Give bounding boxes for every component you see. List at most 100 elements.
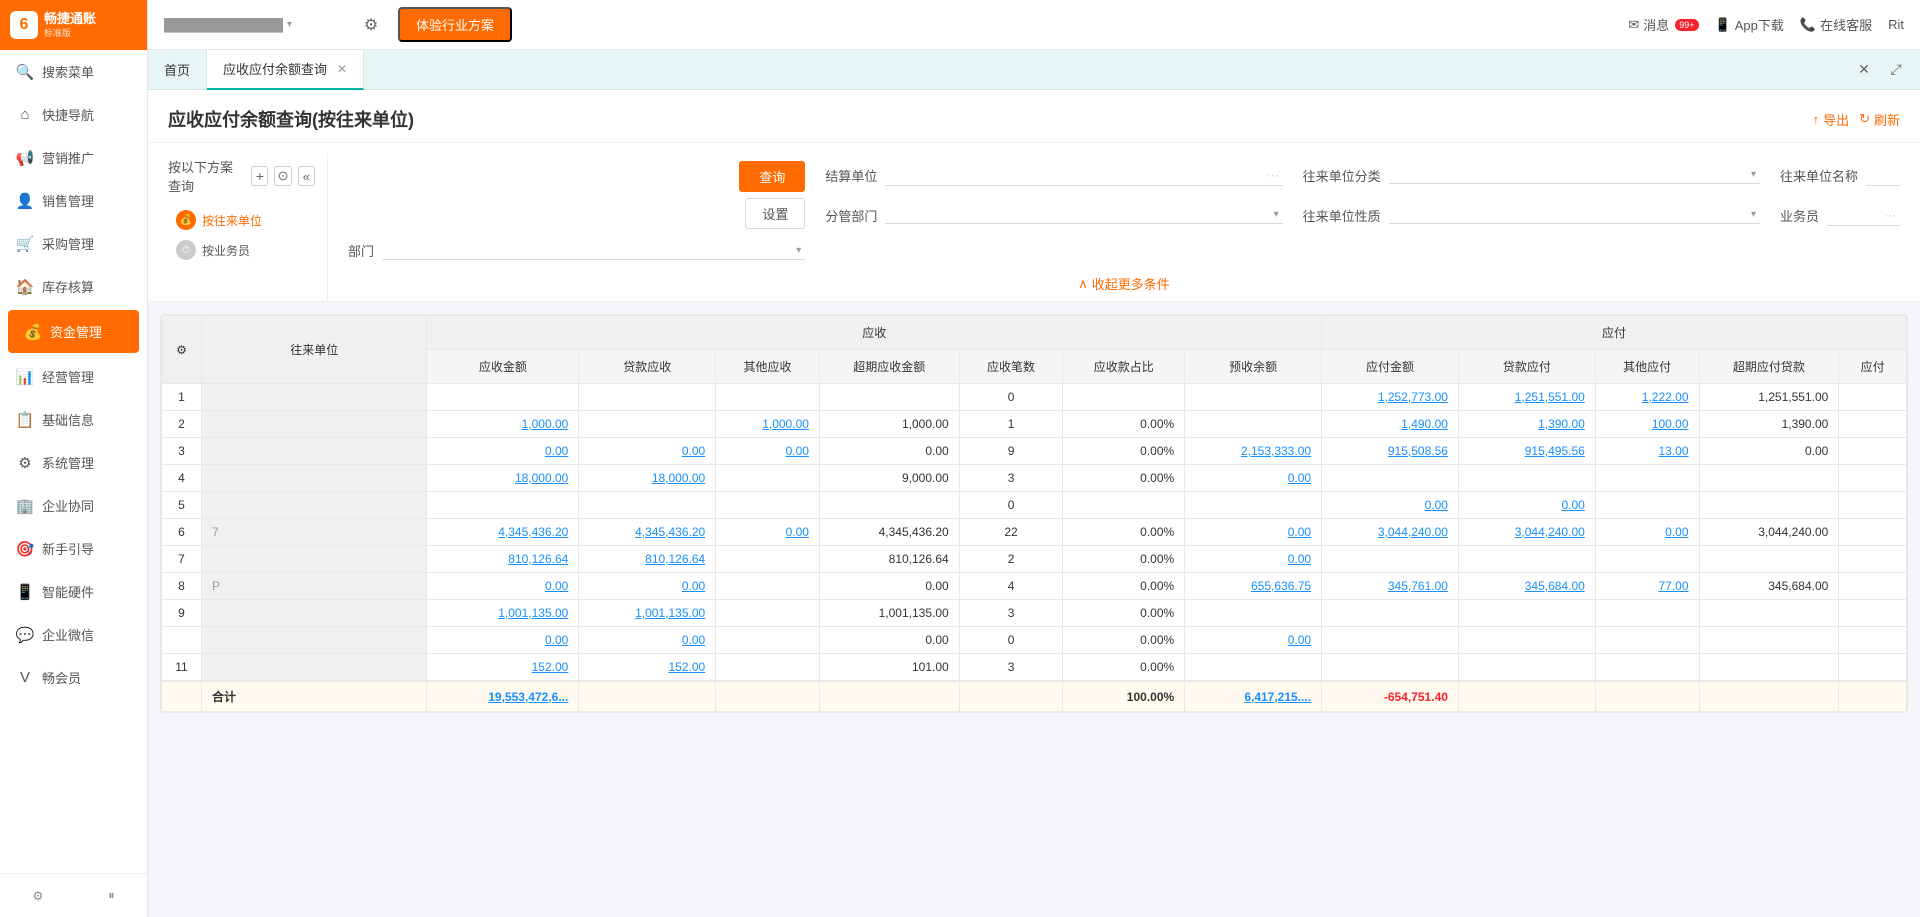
brand-arrow-icon: ▾ xyxy=(287,19,292,30)
sidebar-item-marketing[interactable]: 📢营销推广 xyxy=(0,136,147,179)
table-cell[interactable]: 345,761.00 xyxy=(1322,573,1459,600)
table-cell[interactable]: 0.00 xyxy=(1185,627,1322,654)
user-account[interactable]: Rit xyxy=(1888,17,1904,32)
export-button[interactable]: ↑ 导出 xyxy=(1813,110,1850,129)
table-cell[interactable]: 0.00 xyxy=(579,438,716,465)
sidebar-label-purchase: 采购管理 xyxy=(42,234,94,253)
online-support-button[interactable]: 📞 在线客服 xyxy=(1800,15,1872,34)
messages-button[interactable]: ✉ 消息 99+ xyxy=(1628,15,1698,34)
edit-scheme-button[interactable]: ⊙ xyxy=(274,166,291,186)
sidebar-item-basic-info[interactable]: 📋基础信息 xyxy=(0,398,147,441)
table-cell[interactable]: 0.00 xyxy=(427,573,579,600)
table-cell[interactable]: 810,126.64 xyxy=(579,546,716,573)
table-cell[interactable]: 0.00 xyxy=(427,438,579,465)
app-download-button[interactable]: 📱 App下载 xyxy=(1715,15,1784,34)
table-cell: 4 xyxy=(959,573,1063,600)
table-cell[interactable]: 0.00 xyxy=(1458,492,1595,519)
promo-button[interactable]: 体验行业方案 xyxy=(398,7,512,42)
table-cell[interactable]: 1,001,135.00 xyxy=(427,600,579,627)
table-cell xyxy=(1458,465,1595,492)
table-cell[interactable]: 4,345,436.20 xyxy=(579,519,716,546)
table-cell[interactable]: 1,390.00 xyxy=(1458,411,1595,438)
sidebar-item-operations[interactable]: 📊经营管理 xyxy=(0,355,147,398)
refresh-button[interactable]: ↻ 刷新 xyxy=(1859,110,1900,129)
table-cell[interactable]: 0.00 xyxy=(716,438,820,465)
table-cell[interactable]: 0.00 xyxy=(1185,546,1322,573)
sidebar-item-hardware[interactable]: 📱智能硬件 xyxy=(0,570,147,613)
settings-gear-icon[interactable]: ⚙ xyxy=(356,10,386,40)
collapse-button[interactable]: ∧ 收起更多条件 xyxy=(1078,274,1170,293)
sidebar-item-finance[interactable]: 💰资金管理 xyxy=(8,310,139,353)
tab-receivables[interactable]: 应收应付余额查询 ✕ xyxy=(207,50,364,90)
salesman-input[interactable]: ··· xyxy=(1827,205,1900,226)
sidebar-item-wechat[interactable]: 💬企业微信 xyxy=(0,613,147,656)
table-cell[interactable]: 1,252,773.00 xyxy=(1322,384,1459,411)
sidebar-item-member[interactable]: V畅会员 xyxy=(0,656,147,699)
settings-button[interactable]: 设置 xyxy=(745,198,805,229)
table-cell[interactable]: 0.00 xyxy=(427,627,579,654)
table-cell[interactable]: 1,251,551.00 xyxy=(1458,384,1595,411)
sidebar-item-search-menu[interactable]: 🔍搜索菜单 xyxy=(0,50,147,93)
sidebar-item-quick-nav[interactable]: ⌂快捷导航 xyxy=(0,93,147,136)
table-cell[interactable]: 4,345,436.20 xyxy=(427,519,579,546)
table-cell xyxy=(1322,546,1459,573)
sidebar-item-inventory[interactable]: 🏠库存核算 xyxy=(0,265,147,308)
table-cell[interactable]: 3,044,240.00 xyxy=(1322,519,1459,546)
add-scheme-button[interactable]: + xyxy=(251,166,268,186)
table-wrapper[interactable]: ⚙ 往来单位 应收 应付 应收金额 贷款应收 其他应收 超期应收金额 应收笔数 xyxy=(161,315,1907,712)
footer-ar-amount[interactable]: 19,553,472,6... xyxy=(427,681,579,712)
query-type-by-partner[interactable]: 💰 按往来单位 xyxy=(168,205,315,235)
table-cell[interactable]: 345,684.00 xyxy=(1458,573,1595,600)
table-cell[interactable]: 0.00 xyxy=(1595,519,1699,546)
partner-name-input[interactable] xyxy=(1870,167,1896,182)
table-cell[interactable]: 915,508.56 xyxy=(1322,438,1459,465)
table-cell[interactable]: 810,126.64 xyxy=(427,546,579,573)
table-cell[interactable]: 1,490.00 xyxy=(1322,411,1459,438)
table-cell[interactable]: 0.00 xyxy=(1185,465,1322,492)
table-cell[interactable]: 0.00 xyxy=(1185,519,1322,546)
partner-nature-input[interactable]: ▾ xyxy=(1389,206,1760,224)
table-cell[interactable]: 1,000.00 xyxy=(716,411,820,438)
table-cell[interactable]: 100.00 xyxy=(1595,411,1699,438)
dept-manager-label: 分管部门 xyxy=(825,206,877,225)
partner-nature-field: 往来单位性质 ▾ xyxy=(1303,202,1760,230)
sidebar-item-guide[interactable]: 🎯新手引导 xyxy=(0,527,147,570)
query-button[interactable]: 查询 xyxy=(739,161,805,192)
table-cell[interactable]: 0.00 xyxy=(716,519,820,546)
sidebar-item-purchase[interactable]: 🛒采购管理 xyxy=(0,222,147,265)
table-cell[interactable]: 915,495.56 xyxy=(1458,438,1595,465)
department-input[interactable]: ▾ xyxy=(382,242,805,260)
footer-prepaid[interactable]: 6,417,215.... xyxy=(1185,681,1322,712)
sidebar-item-enterprise[interactable]: 🏢企业协同 xyxy=(0,484,147,527)
table-cell[interactable]: 655,636.75 xyxy=(1185,573,1322,600)
query-type-by-salesman[interactable]: ⏱ 按业务员 xyxy=(168,235,315,265)
footer-ap-overdue xyxy=(1699,681,1839,712)
sidebar-collapse-btn[interactable]: ⏸ xyxy=(98,882,124,909)
message-icon: ✉ xyxy=(1628,17,1639,33)
table-cell[interactable]: 77.00 xyxy=(1595,573,1699,600)
sidebar-item-system[interactable]: ⚙系统管理 xyxy=(0,441,147,484)
table-cell[interactable]: 0.00 xyxy=(1322,492,1459,519)
table-cell[interactable]: 0.00 xyxy=(579,573,716,600)
collapse-scheme-button[interactable]: « xyxy=(298,166,315,186)
table-cell[interactable]: 2,153,333.00 xyxy=(1185,438,1322,465)
sidebar-item-sales[interactable]: 👤销售管理 xyxy=(0,179,147,222)
tab-close-icon[interactable]: ✕ xyxy=(337,62,347,76)
table-cell[interactable]: 13.00 xyxy=(1595,438,1699,465)
tab-maximize-button[interactable]: ⤢ xyxy=(1884,58,1908,82)
table-cell[interactable]: 152.00 xyxy=(579,654,716,682)
table-cell[interactable]: 1,000.00 xyxy=(427,411,579,438)
table-cell[interactable]: 1,001,135.00 xyxy=(579,600,716,627)
table-cell[interactable]: 3,044,240.00 xyxy=(1458,519,1595,546)
table-cell[interactable]: 152.00 xyxy=(427,654,579,682)
table-cell[interactable]: 0.00 xyxy=(579,627,716,654)
dept-manager-input[interactable]: ▾ xyxy=(885,206,1282,224)
table-cell[interactable]: 18,000.00 xyxy=(579,465,716,492)
partner-category-input[interactable]: ▾ xyxy=(1389,166,1760,184)
tab-close-button[interactable]: ✕ xyxy=(1852,58,1876,82)
tab-home[interactable]: 首页 xyxy=(148,50,207,90)
table-cell[interactable]: 18,000.00 xyxy=(427,465,579,492)
settlement-unit-input[interactable]: ··· xyxy=(885,165,1282,186)
sidebar-settings-btn[interactable]: ⚙ xyxy=(23,883,54,909)
table-cell[interactable]: 1,222.00 xyxy=(1595,384,1699,411)
